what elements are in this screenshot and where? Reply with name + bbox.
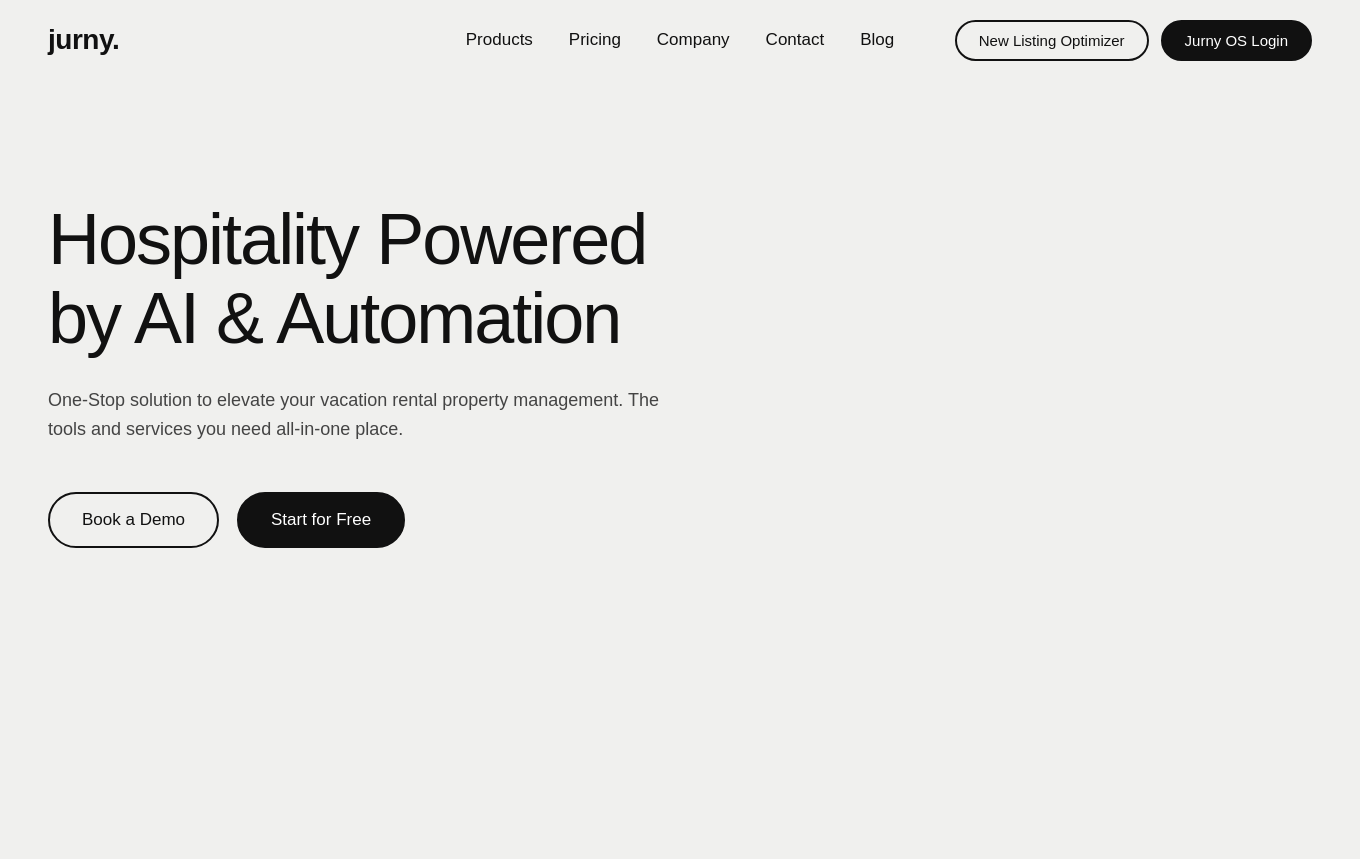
book-demo-button[interactable]: Book a Demo xyxy=(48,492,219,548)
nav-item-blog[interactable]: Blog xyxy=(860,30,894,50)
nav-item-products[interactable]: Products xyxy=(466,30,533,50)
hero-buttons: Book a Demo Start for Free xyxy=(48,492,852,548)
nav-actions: New Listing Optimizer Jurny OS Login xyxy=(955,20,1312,61)
nav-item-pricing[interactable]: Pricing xyxy=(569,30,621,50)
new-listing-optimizer-button[interactable]: New Listing Optimizer xyxy=(955,20,1149,61)
jurny-os-login-button[interactable]: Jurny OS Login xyxy=(1161,20,1312,61)
hero-headline: Hospitality Powered by AI & Automation xyxy=(48,200,852,358)
hero-subtext: One-Stop solution to elevate your vacati… xyxy=(48,386,668,444)
start-free-button[interactable]: Start for Free xyxy=(237,492,405,548)
nav-links: Products Pricing Company Contact Blog xyxy=(466,30,894,50)
hero-section: Hospitality Powered by AI & Automation O… xyxy=(0,80,900,548)
nav-item-contact[interactable]: Contact xyxy=(766,30,825,50)
nav-item-company[interactable]: Company xyxy=(657,30,730,50)
navbar: jurny. Products Pricing Company Contact … xyxy=(0,0,1360,80)
logo[interactable]: jurny. xyxy=(48,24,119,56)
